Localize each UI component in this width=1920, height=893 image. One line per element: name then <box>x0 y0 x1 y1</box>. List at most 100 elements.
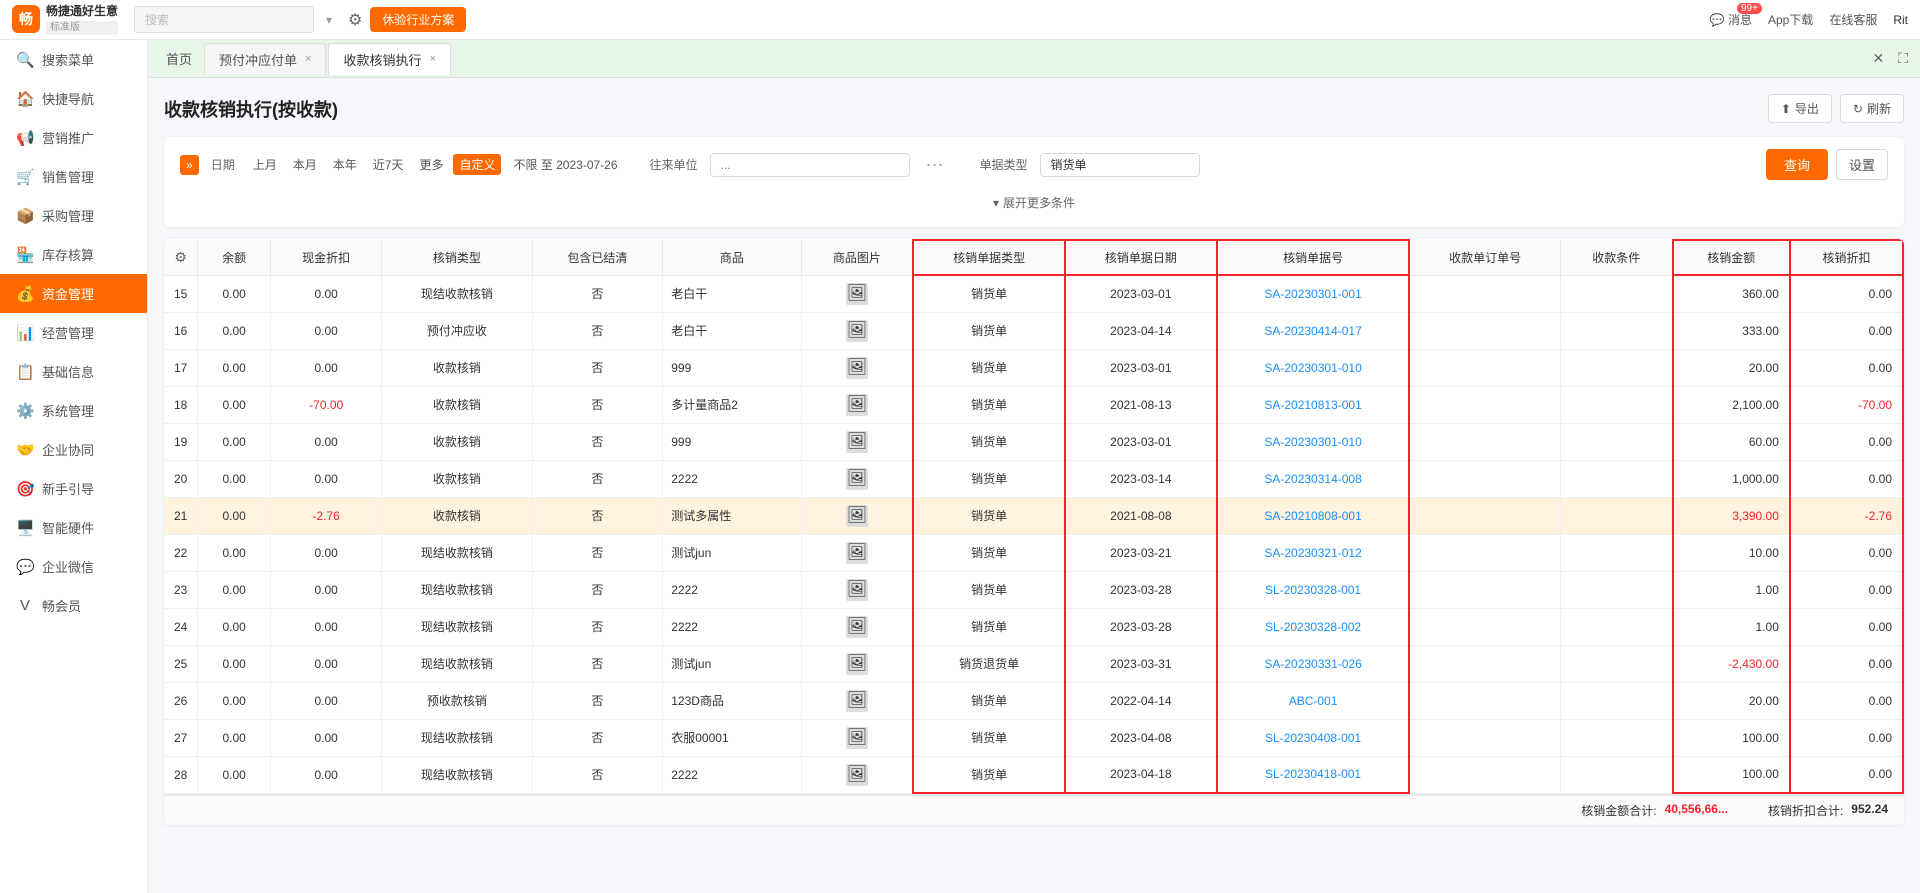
top-search[interactable]: 搜索 <box>134 6 314 33</box>
user-name[interactable]: Rit <box>1893 13 1908 27</box>
voucher-type-select[interactable]: 销货单 <box>1040 153 1200 177</box>
sidebar-item-wechat[interactable]: 💬 企业微信 <box>0 547 147 586</box>
cell-voucher-no[interactable]: SA-20210808-001 <box>1217 497 1410 534</box>
cell-condition <box>1560 645 1672 682</box>
sidebar-item-guide[interactable]: 🎯 新手引导 <box>0 469 147 508</box>
voucher-no-link[interactable]: SL-20230328-001 <box>1265 583 1361 597</box>
sidebar-item-member[interactable]: V 畅会员 <box>0 586 147 625</box>
page-header: 收款核销执行(按收款) ⬆ 导出 ↻ 刷新 <box>164 94 1904 123</box>
cell-amount: 3,390.00 <box>1673 497 1790 534</box>
query-button[interactable]: 查询 <box>1766 149 1828 180</box>
sidebar-item-system[interactable]: ⚙️ 系统管理 <box>0 391 147 430</box>
voucher-no-link[interactable]: SA-20230301-001 <box>1264 287 1361 301</box>
sidebar-item-quicknav[interactable]: 🏠 快捷导航 <box>0 79 147 118</box>
voucher-no-link[interactable]: SA-20210808-001 <box>1264 509 1361 523</box>
refresh-button[interactable]: ↻ 刷新 <box>1840 94 1904 123</box>
tab-home[interactable]: 首页 <box>156 43 202 74</box>
tab-prepay[interactable]: 预付冲应付单 × <box>204 43 326 75</box>
voucher-no-link[interactable]: SL-20230328-002 <box>1265 620 1361 634</box>
sidebar-item-collab[interactable]: 🤝 企业协同 <box>0 430 147 469</box>
voucher-no-link[interactable]: SA-20230321-012 <box>1264 546 1361 560</box>
date-btn-this-month[interactable]: 本月 <box>287 154 323 175</box>
sidebar-item-operations[interactable]: 📊 经营管理 <box>0 313 147 352</box>
tab-close-window-icon[interactable]: ✕ <box>1868 46 1888 71</box>
export-button[interactable]: ⬆ 导出 <box>1768 94 1832 123</box>
cell-type: 预付冲应收 <box>382 312 532 349</box>
cell-condition <box>1560 386 1672 423</box>
cell-row-no: 16 <box>164 312 198 349</box>
voucher-no-link[interactable]: SL-20230418-001 <box>1265 767 1361 781</box>
tab-writeoff-close-icon[interactable]: × <box>429 53 435 65</box>
cell-voucher-no[interactable]: SA-20230301-010 <box>1217 423 1410 460</box>
voucher-no-link[interactable]: ABC-001 <box>1289 694 1338 708</box>
product-image-thumbnail: 🖼 <box>846 320 868 342</box>
cell-voucher-no[interactable]: ABC-001 <box>1217 682 1410 719</box>
cell-product-img: 🖼 <box>801 719 913 756</box>
cell-voucher-no[interactable]: SL-20230328-002 <box>1217 608 1410 645</box>
sidebar-item-marketing[interactable]: 📢 营销推广 <box>0 118 147 157</box>
cell-balance: 0.00 <box>198 349 271 386</box>
cell-voucher-no[interactable]: SA-20230301-010 <box>1217 349 1410 386</box>
sidebar-item-sales[interactable]: 🛒 销售管理 <box>0 157 147 196</box>
voucher-no-link[interactable]: SL-20230408-001 <box>1265 731 1361 745</box>
sidebar-item-search[interactable]: 🔍 搜索菜单 <box>0 40 147 79</box>
tab-writeoff[interactable]: 收款核销执行 × <box>328 43 450 75</box>
cell-voucher-no[interactable]: SA-20210813-001 <box>1217 386 1410 423</box>
cell-voucher-no[interactable]: SA-20230331-026 <box>1217 645 1410 682</box>
cell-voucher-no[interactable]: SA-20230314-008 <box>1217 460 1410 497</box>
cell-settled: 否 <box>532 608 663 645</box>
date-btn-more[interactable]: 更多 <box>413 154 449 175</box>
filter-collapse-icon[interactable]: » <box>180 155 199 175</box>
cell-settled: 否 <box>532 645 663 682</box>
sidebar-item-finance[interactable]: 💰 资金管理 <box>0 274 147 313</box>
sidebar-item-hardware[interactable]: 🖥️ 智能硬件 <box>0 508 147 547</box>
date-btn-custom[interactable]: 自定义 <box>453 154 501 175</box>
date-btn-7days[interactable]: 近7天 <box>367 154 410 175</box>
cell-product: 衣服00001 <box>663 719 801 756</box>
message-badge[interactable]: 💬 消息 99+ <box>1710 11 1752 28</box>
voucher-no-link[interactable]: SA-20210813-001 <box>1264 398 1361 412</box>
tab-prepay-close-icon[interactable]: × <box>305 53 311 65</box>
app-download-link[interactable]: App下载 <box>1768 11 1813 28</box>
cell-cash-discount: 0.00 <box>271 719 382 756</box>
dots-icon[interactable]: ··· <box>922 154 948 175</box>
sidebar-label-search: 搜索菜单 <box>42 50 94 69</box>
voucher-no-link[interactable]: SA-20230414-017 <box>1264 324 1361 338</box>
cell-voucher-no[interactable]: SA-20230301-001 <box>1217 275 1410 312</box>
cell-voucher-no[interactable]: SA-20230414-017 <box>1217 312 1410 349</box>
from-unit-input[interactable] <box>710 153 910 177</box>
online-service-link[interactable]: 在线客服 <box>1829 11 1877 28</box>
cell-voucher-no[interactable]: SL-20230418-001 <box>1217 756 1410 793</box>
expand-button[interactable]: ▾ 展开更多条件 <box>993 194 1075 211</box>
setting-button[interactable]: 设置 <box>1836 149 1888 180</box>
cell-voucher-no[interactable]: SL-20230408-001 <box>1217 719 1410 756</box>
cell-cash-discount: 0.00 <box>271 645 382 682</box>
dropdown-arrow-icon[interactable]: ▾ <box>326 13 332 27</box>
cell-voucher-date: 2023-04-08 <box>1065 719 1217 756</box>
settings-icon[interactable]: ⚙ <box>348 10 362 30</box>
col-condition-header: 收款条件 <box>1560 240 1672 275</box>
voucher-no-link[interactable]: SA-20230331-026 <box>1264 657 1361 671</box>
cell-voucher-date: 2022-04-14 <box>1065 682 1217 719</box>
column-settings-icon[interactable]: ⚙ <box>174 249 187 265</box>
tab-fullscreen-icon[interactable]: ⛶ <box>1894 46 1912 71</box>
cell-type: 收款核销 <box>382 386 532 423</box>
date-btn-this-year[interactable]: 本年 <box>327 154 363 175</box>
tab-writeoff-label: 收款核销执行 <box>343 50 421 69</box>
cell-discount: 0.00 <box>1790 349 1903 386</box>
date-btn-last-month[interactable]: 上月 <box>247 154 283 175</box>
sidebar-item-base-info[interactable]: 📋 基础信息 <box>0 352 147 391</box>
refresh-icon: ↻ <box>1853 102 1863 116</box>
voucher-no-link[interactable]: SA-20230314-008 <box>1264 472 1361 486</box>
footer-amount-label: 核销金额合计: <box>1581 802 1656 819</box>
voucher-no-link[interactable]: SA-20230301-010 <box>1264 435 1361 449</box>
cell-voucher-no[interactable]: SA-20230321-012 <box>1217 534 1410 571</box>
sidebar-item-inventory[interactable]: 🏪 库存核算 <box>0 235 147 274</box>
cell-amount: 1,000.00 <box>1673 460 1790 497</box>
solution-button[interactable]: 休验行业方案 <box>370 7 466 32</box>
cell-voucher-no[interactable]: SL-20230328-001 <box>1217 571 1410 608</box>
footer-amount-total: 核销金额合计: 40,556,66... <box>1581 802 1728 819</box>
voucher-no-link[interactable]: SA-20230301-010 <box>1264 361 1361 375</box>
sidebar-item-purchase[interactable]: 📦 采购管理 <box>0 196 147 235</box>
col-voucher-no-header: 核销单据号 <box>1217 240 1410 275</box>
